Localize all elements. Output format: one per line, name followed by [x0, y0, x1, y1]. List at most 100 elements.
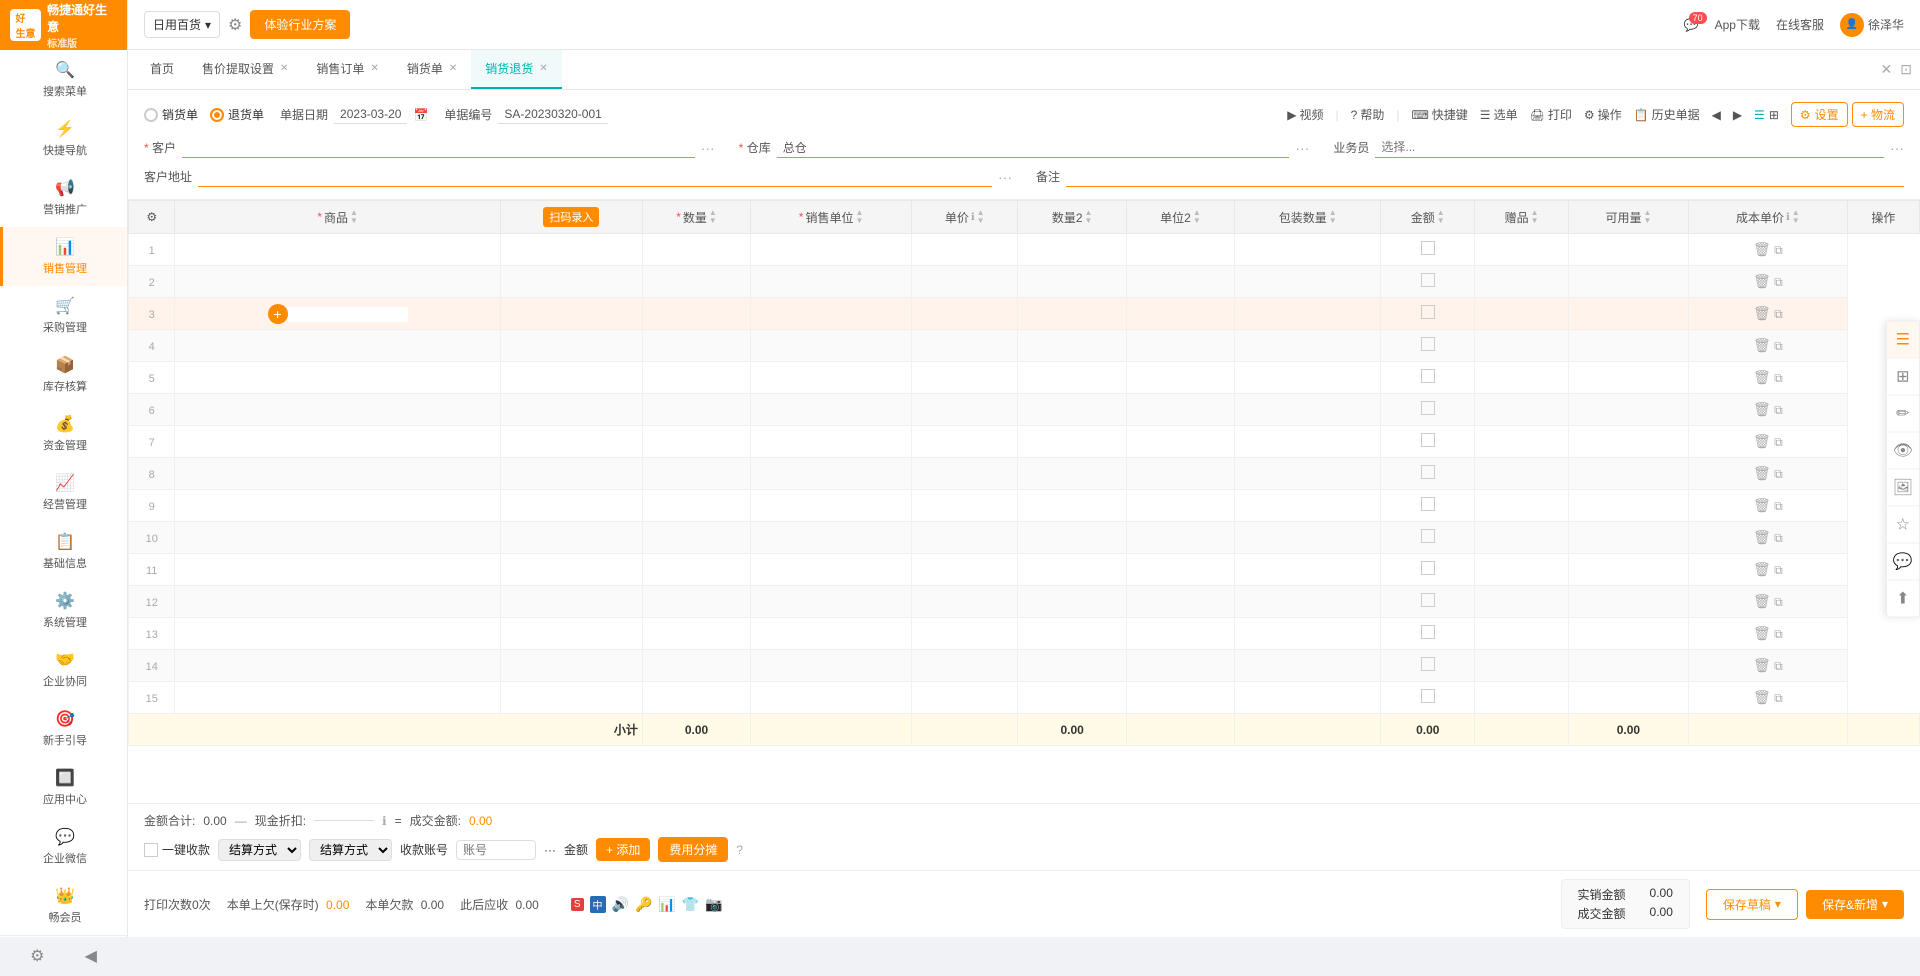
pkg-cell-3[interactable]	[1126, 298, 1234, 330]
col-gear[interactable]: ⚙	[129, 201, 175, 234]
delete-btn-7[interactable]: 🗑	[1753, 433, 1771, 449]
qty-cell-10[interactable]	[500, 522, 642, 554]
product-sort[interactable]: ▲▼	[350, 209, 358, 225]
pkg-cell-2[interactable]	[1126, 266, 1234, 298]
side-icon-message[interactable]: 💬	[1887, 543, 1919, 580]
sidebar-item-sales[interactable]: 📊销售管理	[0, 227, 127, 286]
amount-cell-12[interactable]	[1235, 586, 1381, 618]
amount-cell-7[interactable]	[1235, 426, 1381, 458]
cost-cell-4[interactable]	[1568, 330, 1688, 362]
copy-btn-6[interactable]: ⧉	[1774, 403, 1783, 417]
delete-btn-6[interactable]: 🗑	[1753, 401, 1771, 417]
close-tab-icon[interactable]: ✕	[1881, 61, 1893, 78]
qty2-sort[interactable]: ▲▼	[1085, 209, 1093, 225]
pkg-cell-15[interactable]	[1126, 682, 1234, 714]
copy-btn-3[interactable]: ⧉	[1774, 307, 1783, 321]
address-input[interactable]	[198, 166, 992, 187]
delete-btn-5[interactable]: 🗑	[1753, 369, 1771, 385]
select-btn[interactable]: ☰ 选单	[1480, 106, 1518, 123]
pkg-cell-8[interactable]	[1126, 458, 1234, 490]
delete-btn-10[interactable]: 🗑	[1753, 529, 1771, 545]
cost-cell-6[interactable]	[1568, 394, 1688, 426]
product-input-3[interactable]	[288, 307, 408, 322]
delete-btn-2[interactable]: 🗑	[1753, 273, 1771, 289]
pkg-cell-7[interactable]	[1126, 426, 1234, 458]
unit-cell-10[interactable]	[642, 522, 750, 554]
gift-cell-13[interactable]	[1381, 618, 1475, 650]
delete-btn-4[interactable]: 🗑	[1753, 337, 1771, 353]
grid-view-icon[interactable]: ⊞	[1769, 108, 1779, 122]
trial-btn[interactable]: 体验行业方案	[250, 10, 350, 39]
copy-btn-9[interactable]: ⧉	[1774, 499, 1783, 513]
qty2-cell-11[interactable]	[911, 554, 1017, 586]
cost-cell-2[interactable]	[1568, 266, 1688, 298]
settings-gear-icon[interactable]: ⚙	[228, 15, 242, 35]
price-cell-7[interactable]	[751, 426, 912, 458]
gift-cell-14[interactable]	[1381, 650, 1475, 682]
side-icon-star[interactable]: ☆	[1887, 506, 1919, 543]
delete-btn-12[interactable]: 🗑	[1753, 593, 1771, 609]
unit2-cell-9[interactable]	[1018, 490, 1126, 522]
sys-icon-1[interactable]: S	[571, 898, 584, 911]
sidebar-item-inventory[interactable]: 📦库存核算	[0, 345, 127, 404]
available-cell-1[interactable]	[1475, 234, 1569, 266]
qty-sort[interactable]: ▲▼	[709, 209, 717, 225]
cost-cell-15[interactable]	[1568, 682, 1688, 714]
pkg-cell-4[interactable]	[1126, 330, 1234, 362]
sys-icon-5[interactable]: 📊	[658, 896, 675, 913]
gift-checkbox-14[interactable]	[1421, 657, 1435, 671]
settings-btn[interactable]: ⚙ 设置	[1791, 102, 1848, 127]
unit-sort[interactable]: ▲▼	[855, 209, 863, 225]
unit2-cell-1[interactable]	[1018, 234, 1126, 266]
qty2-cell-6[interactable]	[911, 394, 1017, 426]
unit-cell-7[interactable]	[642, 426, 750, 458]
product-cell-3[interactable]: +	[175, 298, 500, 330]
gift-cell-8[interactable]	[1381, 458, 1475, 490]
delete-btn-3[interactable]: 🗑	[1753, 305, 1771, 321]
gift-cell-12[interactable]	[1381, 586, 1475, 618]
salesman-input[interactable]	[1375, 137, 1884, 158]
pkg-cell-9[interactable]	[1126, 490, 1234, 522]
product-cell-15[interactable]	[175, 682, 500, 714]
close-tab-sales_order[interactable]: ✕	[370, 63, 378, 74]
copy-btn-12[interactable]: ⧉	[1774, 595, 1783, 609]
gift-checkbox-2[interactable]	[1421, 273, 1435, 287]
sidebar-item-guide[interactable]: 🎯新手引导	[0, 699, 127, 758]
qty2-cell-4[interactable]	[911, 330, 1017, 362]
product-cell-13[interactable]	[175, 618, 500, 650]
amount-cell-3[interactable]	[1235, 298, 1381, 330]
price-cell-1[interactable]	[751, 234, 912, 266]
sidebar-item-search[interactable]: 🔍搜索菜单	[0, 50, 127, 109]
available-cell-7[interactable]	[1475, 426, 1569, 458]
copy-btn-15[interactable]: ⧉	[1774, 691, 1783, 705]
qty2-cell-1[interactable]	[911, 234, 1017, 266]
gift-checkbox-9[interactable]	[1421, 497, 1435, 511]
qty2-cell-8[interactable]	[911, 458, 1017, 490]
side-icon-table-view[interactable]: ☰	[1887, 321, 1919, 358]
gift-sort[interactable]: ▲▼	[1531, 209, 1539, 225]
delete-btn-1[interactable]: 🗑	[1753, 241, 1771, 257]
gift-cell-11[interactable]	[1381, 554, 1475, 586]
unit2-cell-13[interactable]	[1018, 618, 1126, 650]
available-cell-3[interactable]	[1475, 298, 1569, 330]
available-cell-5[interactable]	[1475, 362, 1569, 394]
available-cell-6[interactable]	[1475, 394, 1569, 426]
cost-cell-7[interactable]	[1568, 426, 1688, 458]
delete-btn-15[interactable]: 🗑	[1753, 689, 1771, 705]
qty-cell-9[interactable]	[500, 490, 642, 522]
product-cell-8[interactable]	[175, 458, 500, 490]
online-service-link[interactable]: 在线客服	[1776, 16, 1824, 33]
col-scan[interactable]: 扫码录入	[500, 201, 642, 234]
message-icon[interactable]: 💬 70	[1684, 18, 1699, 32]
sidebar-item-finance[interactable]: 💰资金管理	[0, 404, 127, 463]
price-cell-6[interactable]	[751, 394, 912, 426]
product-cell-12[interactable]	[175, 586, 500, 618]
unit2-cell-12[interactable]	[1018, 586, 1126, 618]
delete-btn-13[interactable]: 🗑	[1753, 625, 1771, 641]
tab-sales[interactable]: 销货单✕	[393, 50, 471, 89]
gift-cell-1[interactable]	[1381, 234, 1475, 266]
available-cell-14[interactable]	[1475, 650, 1569, 682]
copy-btn-1[interactable]: ⧉	[1774, 243, 1783, 257]
unit2-cell-14[interactable]	[1018, 650, 1126, 682]
sidebar-item-member[interactable]: 👑畅会员	[0, 876, 127, 935]
